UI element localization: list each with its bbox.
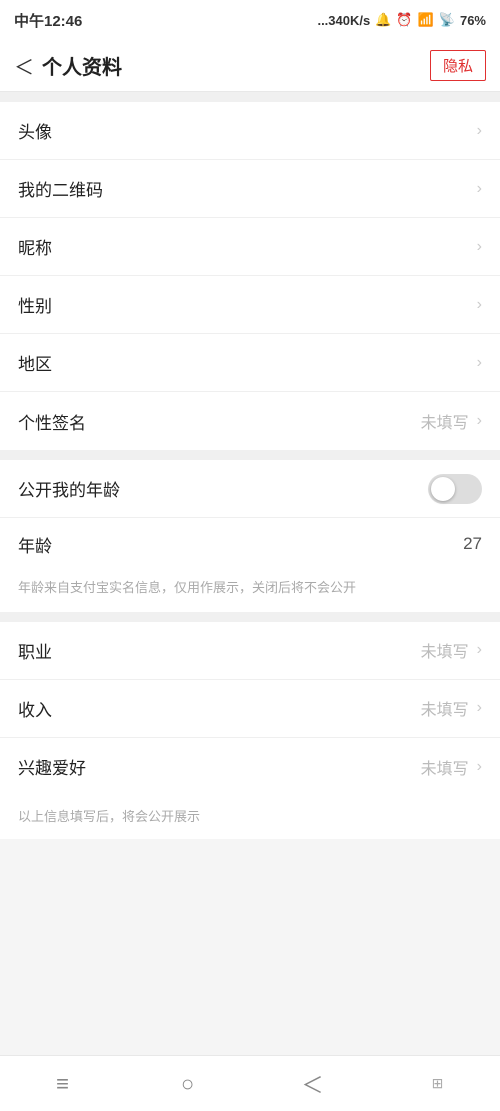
age-note: 年龄来自支付宝实名信息，仅用作展示，关闭后将不会公开 (0, 570, 500, 612)
status-icons: ...340K/s 🔔 ⏰ 📶 📡 76% (317, 12, 486, 28)
gender-item[interactable]: 性别 › (0, 276, 500, 334)
signature-chevron-icon: › (477, 412, 482, 430)
interests-right: 未填写 › (421, 755, 482, 779)
back-arrow-icon: ＜ (14, 51, 34, 80)
privacy-button[interactable]: 隐私 (430, 50, 486, 81)
menu-icon: ≡ (56, 1071, 69, 1097)
avatar-label: 头像 (18, 118, 52, 143)
age-item: 年龄 27 (0, 518, 500, 570)
status-time: 中午12:46 (14, 10, 82, 31)
nickname-chevron-icon: › (477, 238, 482, 256)
age-label: 年龄 (18, 532, 52, 557)
battery-status: 76% (460, 13, 486, 28)
wifi-icon: 📡 (439, 12, 455, 28)
signature-right: 未填写 › (421, 409, 482, 433)
public-age-label: 公开我的年龄 (18, 476, 120, 501)
nav-extra-button[interactable]: ⊞ (375, 1075, 500, 1092)
nickname-label: 昵称 (18, 234, 52, 259)
age-value: 27 (463, 534, 482, 554)
gender-label: 性别 (18, 292, 52, 317)
qrcode-chevron-icon: › (477, 180, 482, 198)
bottom-spacer (0, 839, 500, 909)
bottom-nav: ≡ ○ ＜ ⊞ (0, 1055, 500, 1111)
clock-icon: ⏰ (396, 12, 412, 28)
occupation-label: 职业 (18, 638, 52, 663)
back-nav-icon: ＜ (301, 1068, 323, 1100)
signal-icon: 📶 (418, 12, 434, 28)
public-age-toggle-item[interactable]: 公开我的年龄 (0, 460, 500, 518)
extra-icon: ⊞ (432, 1075, 444, 1092)
income-chevron-icon: › (477, 699, 482, 717)
interests-item[interactable]: 兴趣爱好 未填写 › (0, 738, 500, 796)
status-bar: 中午12:46 ...340K/s 🔔 ⏰ 📶 📡 76% (0, 0, 500, 40)
interests-value: 未填写 (421, 755, 469, 779)
nav-home-button[interactable]: ○ (125, 1071, 250, 1097)
age-toggle-switch[interactable] (428, 474, 482, 504)
profile-section: 头像 › 我的二维码 › 昵称 › 性别 › 地区 › 个性签名 未填写 › (0, 102, 500, 450)
signature-label: 个性签名 (18, 409, 86, 434)
nickname-item[interactable]: 昵称 › (0, 218, 500, 276)
occupation-right: 未填写 › (421, 638, 482, 662)
qrcode-right: › (475, 180, 482, 198)
income-value: 未填写 (421, 696, 469, 720)
page-title: 个人资料 (42, 51, 122, 80)
toggle-knob (431, 477, 455, 501)
income-right: 未填写 › (421, 696, 482, 720)
alarm-icon: 🔔 (375, 12, 391, 28)
gender-right: › (475, 296, 482, 314)
section2-divider (0, 450, 500, 460)
signature-value: 未填写 (421, 409, 469, 433)
network-status: ...340K/s (317, 13, 370, 28)
region-chevron-icon: › (477, 354, 482, 372)
avatar-right: › (475, 122, 482, 140)
home-icon: ○ (181, 1071, 194, 1097)
extra-info-section: 职业 未填写 › 收入 未填写 › 兴趣爱好 未填写 › 以上信息填写后，将会公… (0, 622, 500, 839)
qrcode-label: 我的二维码 (18, 176, 103, 201)
region-label: 地区 (18, 350, 52, 375)
nav-back-button[interactable]: ＜ (250, 1068, 375, 1100)
qrcode-item[interactable]: 我的二维码 › (0, 160, 500, 218)
gender-chevron-icon: › (477, 296, 482, 314)
avatar-chevron-icon: › (477, 122, 482, 140)
nav-bar: ＜ 个人资料 隐私 (0, 40, 500, 92)
occupation-item[interactable]: 职业 未填写 › (0, 622, 500, 680)
occupation-chevron-icon: › (477, 641, 482, 659)
avatar-item[interactable]: 头像 › (0, 102, 500, 160)
region-item[interactable]: 地区 › (0, 334, 500, 392)
public-display-note: 以上信息填写后，将会公开展示 (0, 796, 500, 839)
back-button[interactable]: ＜ 个人资料 (14, 51, 122, 80)
nickname-right: › (475, 238, 482, 256)
occupation-value: 未填写 (421, 638, 469, 662)
signature-item[interactable]: 个性签名 未填写 › (0, 392, 500, 450)
age-section: 公开我的年龄 年龄 27 年龄来自支付宝实名信息，仅用作展示，关闭后将不会公开 (0, 460, 500, 612)
region-right: › (475, 354, 482, 372)
income-item[interactable]: 收入 未填写 › (0, 680, 500, 738)
interests-label: 兴趣爱好 (18, 754, 86, 779)
nav-menu-button[interactable]: ≡ (0, 1071, 125, 1097)
income-label: 收入 (18, 696, 52, 721)
section3-divider (0, 612, 500, 622)
top-divider (0, 92, 500, 102)
interests-chevron-icon: › (477, 758, 482, 776)
